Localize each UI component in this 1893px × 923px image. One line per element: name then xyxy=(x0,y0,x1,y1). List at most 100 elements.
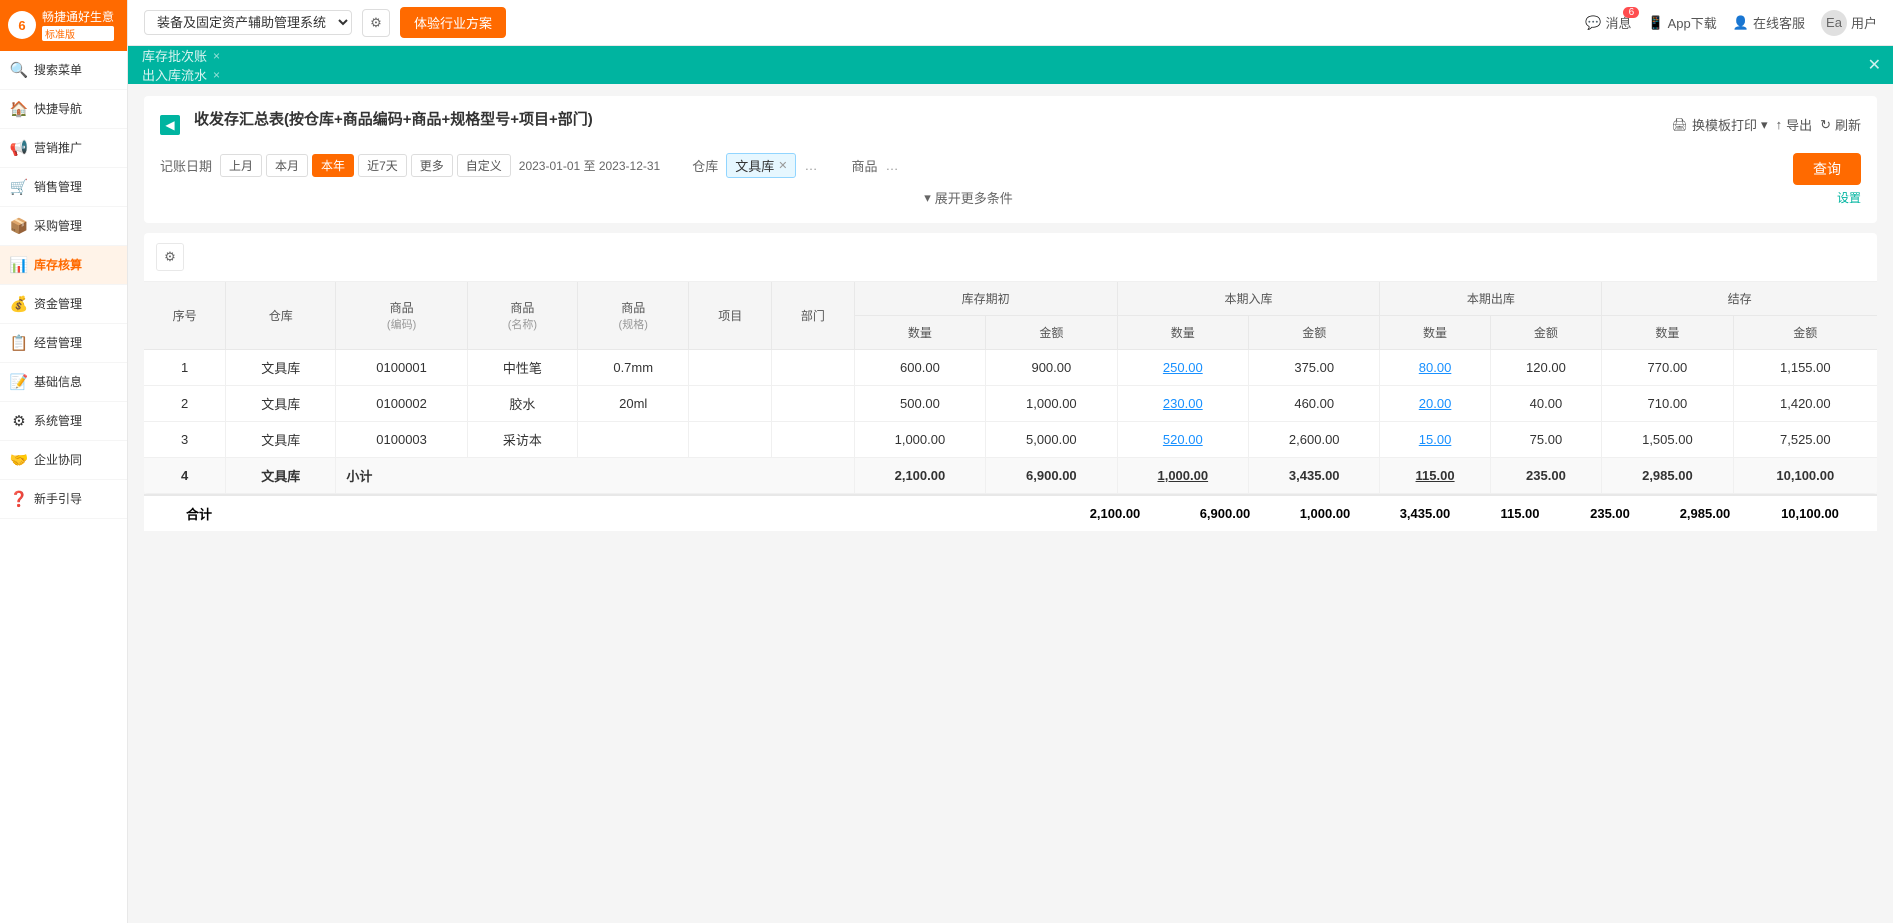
service-icon: 👤 xyxy=(1733,15,1749,31)
date-btn-last-month[interactable]: 上月 xyxy=(220,154,262,177)
page-content: ◀ 收发存汇总表(按仓库+商品编码+商品+规格型号+项目+部门) 🖨 换模板打印… xyxy=(128,84,1893,923)
page-title: 收发存汇总表(按仓库+商品编码+商品+规格型号+项目+部门) xyxy=(194,108,593,129)
cell-closing-amt: 1,155.00 xyxy=(1733,350,1877,386)
col-opening-qty: 数量 xyxy=(854,316,985,350)
warehouse-more-btn[interactable]: … xyxy=(804,158,819,173)
sidebar-item-label-enterprise: 企业协同 xyxy=(34,451,82,468)
sidebar-item-newbie[interactable]: ❓ 新手引导 xyxy=(0,480,127,519)
expand-conditions-btn[interactable]: ▾ 展开更多条件 xyxy=(924,188,1013,207)
sidebar-item-enterprise[interactable]: 🤝 企业协同 xyxy=(0,441,127,480)
sidebar-logo[interactable]: 6 畅捷通好生意 标准版 xyxy=(0,0,127,51)
sidebar-item-inventory[interactable]: 📊 库存核算 xyxy=(0,246,127,285)
cell-project xyxy=(689,386,772,422)
table-settings-btn[interactable]: ⚙ xyxy=(156,243,184,271)
total-opening-amt: 6,900.00 xyxy=(1175,506,1275,521)
cell-out-amt: 120.00 xyxy=(1490,350,1602,386)
sidebar: 6 畅捷通好生意 标准版 🔍 搜索菜单 🏠 快捷导航 📢 营销推广 🛒 销售管理… xyxy=(0,0,128,923)
sidebar-item-base_info[interactable]: 📝 基础信息 xyxy=(0,363,127,402)
experience-btn[interactable]: 体验行业方案 xyxy=(400,7,506,38)
business-icon: 📋 xyxy=(10,334,28,352)
col-warehouse: 仓库 xyxy=(226,282,336,350)
cell-opening-amt: 1,000.00 xyxy=(986,386,1117,422)
date-filter-row: 记账日期 上月 本月 本年 近7天 更多 自定义 2023-01-01 至 20… xyxy=(160,153,1777,178)
cell-closing-amt: 1,420.00 xyxy=(1733,386,1877,422)
app-title-select[interactable]: 装备及固定资产辅助管理系统 xyxy=(144,10,352,35)
export-btn[interactable]: ↑ 导出 xyxy=(1776,115,1813,134)
cell-in-amt: 2,600.00 xyxy=(1249,422,1380,458)
subtotal-label: 小计 xyxy=(336,458,854,494)
logo-badge: 标准版 xyxy=(42,26,114,41)
user-btn[interactable]: Ea 用户 xyxy=(1821,10,1877,36)
warehouse-tag-close[interactable]: ✕ xyxy=(778,159,787,172)
filter-settings-link[interactable]: 设置 xyxy=(1793,189,1861,206)
tab-close-batch[interactable]: × xyxy=(213,49,220,63)
sidebar-item-system[interactable]: ⚙ 系统管理 xyxy=(0,402,127,441)
online-service-btn[interactable]: 👤 在线客服 xyxy=(1733,13,1805,32)
collapse-btn[interactable]: ◀ xyxy=(160,115,180,135)
date-btn-custom[interactable]: 自定义 xyxy=(457,154,511,177)
date-btn-this-year[interactable]: 本年 xyxy=(312,154,354,177)
marketing-icon: 📢 xyxy=(10,139,28,157)
logo-icon: 6 xyxy=(8,11,36,39)
total-closing-amt: 10,100.00 xyxy=(1755,506,1865,521)
cell-out-qty[interactable]: 15.00 xyxy=(1380,422,1490,458)
sidebar-item-business[interactable]: 📋 经营管理 xyxy=(0,324,127,363)
sidebar-item-purchase[interactable]: 📦 采购管理 xyxy=(0,207,127,246)
table-row: 3 文具库 0100003 采访本 1,000.00 5,000.00 520.… xyxy=(144,422,1877,458)
col-out-amt: 金额 xyxy=(1490,316,1602,350)
table-toolbar: ⚙ xyxy=(144,233,1877,282)
subtotal-in-qty[interactable]: 1,000.00 xyxy=(1117,458,1248,494)
cell-no: 3 xyxy=(144,422,226,458)
date-label: 记账日期 xyxy=(160,156,212,175)
tab-bar-close-btn[interactable]: ✕ xyxy=(1856,55,1893,75)
col-closing-amt: 金额 xyxy=(1733,316,1877,350)
cell-opening-qty: 600.00 xyxy=(854,350,985,386)
tab-close-inout_flow[interactable]: × xyxy=(213,68,220,82)
col-closing-qty: 数量 xyxy=(1602,316,1733,350)
expand-icon: ▾ xyxy=(924,190,931,206)
chevron-down-icon: ▾ xyxy=(1761,117,1768,133)
sidebar-item-search[interactable]: 🔍 搜索菜单 xyxy=(0,51,127,90)
data-table: 序号 仓库 商品(编码) 商品(名称) 商品(规格) 项目 部门 库存期初 本期… xyxy=(144,282,1877,494)
goods-more-btn[interactable]: … xyxy=(885,158,900,173)
subtotal-out-amt: 235.00 xyxy=(1490,458,1602,494)
cell-closing-qty: 1,505.00 xyxy=(1602,422,1733,458)
top-header: 装备及固定资产辅助管理系统 ⚙ 体验行业方案 💬 消息 6 📱 App下载 👤 … xyxy=(128,0,1893,46)
cell-goods-code: 0100001 xyxy=(336,350,467,386)
cell-out-qty[interactable]: 80.00 xyxy=(1380,350,1490,386)
cell-in-qty[interactable]: 230.00 xyxy=(1117,386,1248,422)
cell-out-qty[interactable]: 20.00 xyxy=(1380,386,1490,422)
message-btn[interactable]: 💬 消息 6 xyxy=(1585,13,1631,32)
sidebar-item-quick_nav[interactable]: 🏠 快捷导航 xyxy=(0,90,127,129)
sidebar-item-sales[interactable]: 🛒 销售管理 xyxy=(0,168,127,207)
sidebar-item-finance[interactable]: 💰 资金管理 xyxy=(0,285,127,324)
cell-project xyxy=(689,350,772,386)
tab-batch[interactable]: 库存批次账× xyxy=(128,46,299,65)
print-template-btn[interactable]: 🖨 换模板打印 ▾ xyxy=(1672,115,1768,134)
query-btn[interactable]: 查询 xyxy=(1793,153,1861,185)
cell-opening-amt: 900.00 xyxy=(986,350,1117,386)
date-btn-this-month[interactable]: 本月 xyxy=(266,154,308,177)
export-icon: ↑ xyxy=(1776,117,1783,132)
header-settings-btn[interactable]: ⚙ xyxy=(362,9,390,37)
cell-project xyxy=(689,422,772,458)
cell-in-qty[interactable]: 250.00 xyxy=(1117,350,1248,386)
filter-area: 记账日期 上月 本月 本年 近7天 更多 自定义 2023-01-01 至 20… xyxy=(160,153,1777,211)
app-download-btn[interactable]: 📱 App下载 xyxy=(1647,13,1716,32)
total-in-qty: 1,000.00 xyxy=(1275,506,1375,521)
tab-inout_flow[interactable]: 出入库流水× xyxy=(128,65,299,84)
date-options: 上月 本月 本年 近7天 更多 自定义 xyxy=(220,154,511,177)
subtotal-out-qty[interactable]: 115.00 xyxy=(1380,458,1490,494)
cell-in-qty[interactable]: 520.00 xyxy=(1117,422,1248,458)
cell-warehouse: 文具库 xyxy=(226,386,336,422)
finance-icon: 💰 xyxy=(10,295,28,313)
date-btn-more[interactable]: 更多 xyxy=(411,154,453,177)
sidebar-item-label-marketing: 营销推广 xyxy=(34,139,82,156)
refresh-btn[interactable]: ↻ 刷新 xyxy=(1820,115,1861,134)
sidebar-item-label-finance: 资金管理 xyxy=(34,295,82,312)
date-btn-7days[interactable]: 近7天 xyxy=(358,154,407,177)
goods-label: 商品 xyxy=(851,156,877,175)
sidebar-item-label-inventory: 库存核算 xyxy=(34,256,82,273)
cell-in-amt: 375.00 xyxy=(1249,350,1380,386)
sidebar-item-marketing[interactable]: 📢 营销推广 xyxy=(0,129,127,168)
